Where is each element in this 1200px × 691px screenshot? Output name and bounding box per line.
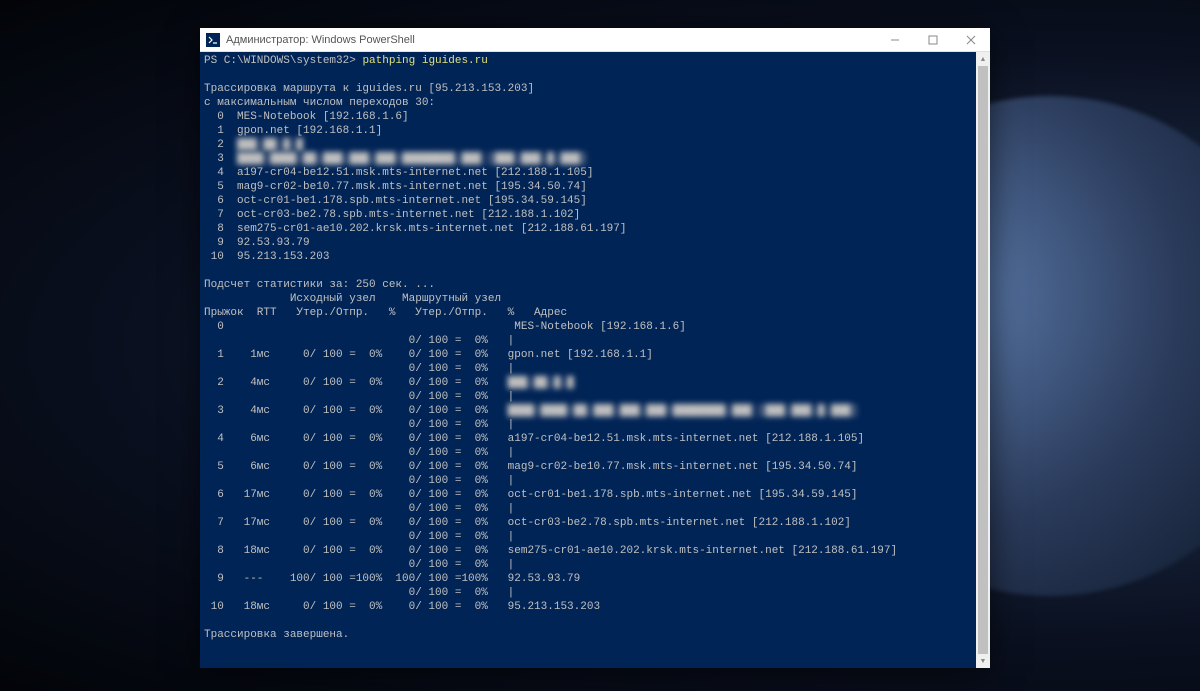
max-hops: с максимальным числом переходов 30:: [204, 97, 435, 109]
stats-row: 0/ 100 = 0% |: [204, 531, 514, 543]
hop-line: 1 gpon.net [192.168.1.1]: [204, 125, 382, 137]
stats-row: 0/ 100 = 0% |: [204, 475, 514, 487]
hop-line: 0 MES-Notebook [192.168.1.6]: [204, 111, 409, 123]
stats-row: 4 6мс 0/ 100 = 0% 0/ 100 = 0% a197-cr04-…: [204, 433, 864, 445]
scroll-down-icon[interactable]: ▼: [976, 654, 990, 668]
stats-row: 0/ 100 = 0% |: [204, 559, 514, 571]
hop-line: 8 sem275-cr01-ae10.202.krsk.mts-internet…: [204, 223, 626, 235]
stats-row: 9 --- 100/ 100 =100% 100/ 100 =100% 92.5…: [204, 573, 580, 585]
terminal-output[interactable]: PS C:\WINDOWS\system32> pathping iguides…: [200, 52, 990, 668]
redacted-text: ███.██.█.█: [508, 376, 574, 390]
hop-line: 9 92.53.93.79: [204, 237, 310, 249]
maximize-button[interactable]: [914, 28, 952, 52]
hop-line: 7 oct-cr03-be2.78.spb.mts-internet.net […: [204, 209, 580, 221]
hop-line: 10 95.213.153.203: [204, 251, 329, 263]
powershell-window: Администратор: Windows PowerShell PS C:\…: [200, 28, 990, 668]
close-button[interactable]: [952, 28, 990, 52]
trace-complete: Трассировка завершена.: [204, 629, 349, 641]
stats-row: 7 17мс 0/ 100 = 0% 0/ 100 = 0% oct-cr03-…: [204, 517, 851, 529]
hop-line: 2: [204, 139, 237, 151]
hop-line: 4 a197-cr04-be12.51.msk.mts-internet.net…: [204, 167, 593, 179]
trace-header: Трассировка маршрута к iguides.ru [95.21…: [204, 83, 534, 95]
scroll-track[interactable]: [976, 66, 990, 654]
column-header: Исходный узел Маршрутный узел: [204, 293, 501, 305]
command: pathping iguides.ru: [362, 55, 487, 67]
stats-row: 0/ 100 = 0% |: [204, 503, 514, 515]
scrollbar-vertical[interactable]: ▲ ▼: [976, 52, 990, 668]
hop-line: 5 mag9-cr02-be10.77.msk.mts-internet.net…: [204, 181, 587, 193]
stats-row: 0/ 100 = 0% |: [204, 587, 514, 599]
hop-line: 3: [204, 153, 237, 165]
redacted-text: ███.██.█.█: [237, 138, 303, 152]
hop-line: 6 oct-cr01-be1.178.spb.mts-internet.net …: [204, 195, 587, 207]
redacted-text: ████-████-██.███.███.███-████████.███ [█…: [237, 152, 587, 166]
stats-header: Подсчет статистики за: 250 сек. ...: [204, 279, 435, 291]
window-titlebar[interactable]: Администратор: Windows PowerShell: [200, 28, 990, 52]
stats-row: 2 4мс 0/ 100 = 0% 0/ 100 = 0%: [204, 377, 508, 389]
stats-row: 5 6мс 0/ 100 = 0% 0/ 100 = 0% mag9-cr02-…: [204, 461, 858, 473]
stats-row: 0 MES-Notebook [192.168.1.6]: [204, 321, 686, 333]
stats-row: 0/ 100 = 0% |: [204, 335, 514, 347]
scroll-thumb[interactable]: [978, 66, 988, 654]
stats-row: 0/ 100 = 0% |: [204, 363, 514, 375]
stats-row: 0/ 100 = 0% |: [204, 447, 514, 459]
stats-row: 8 18мс 0/ 100 = 0% 0/ 100 = 0% sem275-cr…: [204, 545, 897, 557]
stats-row: 3 4мс 0/ 100 = 0% 0/ 100 = 0%: [204, 405, 508, 417]
minimize-button[interactable]: [876, 28, 914, 52]
column-header: Прыжок RTT Утер./Отпр. % Утер./Отпр. % А…: [204, 307, 567, 319]
stats-row: 0/ 100 = 0% |: [204, 419, 514, 431]
stats-row: 6 17мс 0/ 100 = 0% 0/ 100 = 0% oct-cr01-…: [204, 489, 858, 501]
redacted-text: ████-████-██.███.███.███-████████.███ [█…: [508, 404, 858, 418]
stats-row: 0/ 100 = 0% |: [204, 391, 514, 403]
prompt: PS C:\WINDOWS\system32>: [204, 55, 362, 67]
scroll-up-icon[interactable]: ▲: [976, 52, 990, 66]
stats-row: 10 18мс 0/ 100 = 0% 0/ 100 = 0% 95.213.1…: [204, 601, 600, 613]
stats-row: 1 1мс 0/ 100 = 0% 0/ 100 = 0% gpon.net […: [204, 349, 653, 361]
window-title: Администратор: Windows PowerShell: [226, 34, 876, 46]
powershell-icon: [206, 33, 220, 47]
